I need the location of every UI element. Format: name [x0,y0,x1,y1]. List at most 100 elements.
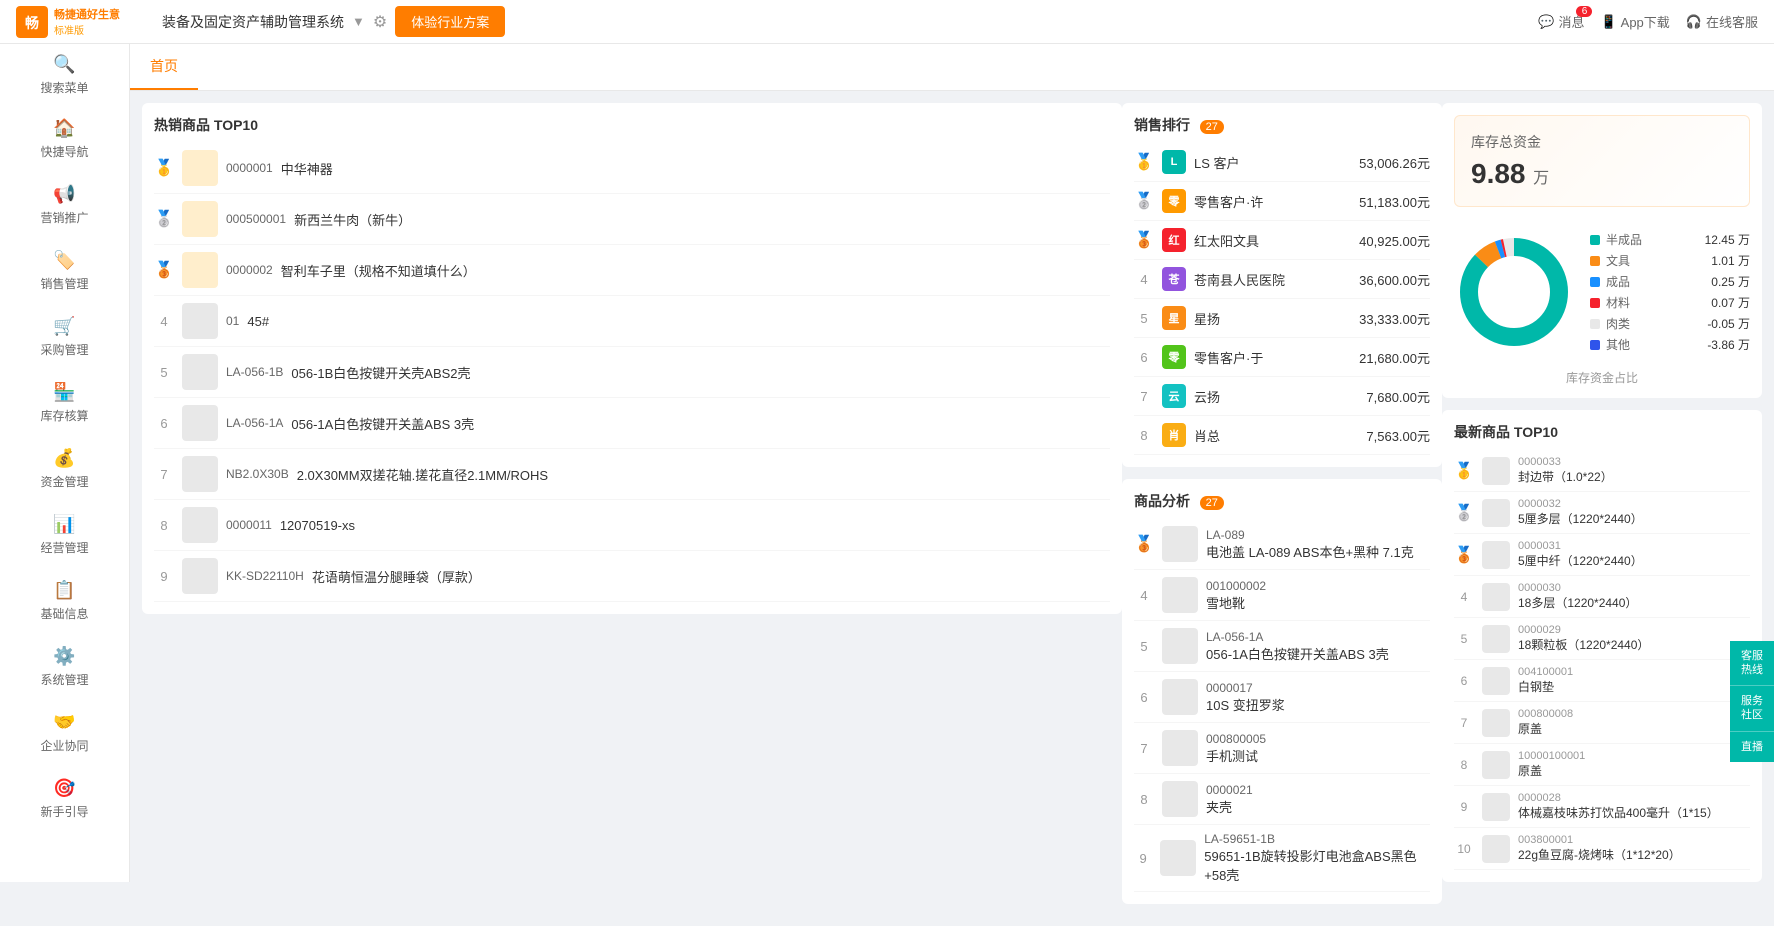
sidebar-item-basic[interactable]: 📋 基础信息 [0,568,129,634]
sidebar-item-cooperation[interactable]: 🤝 企业协同 [0,700,129,766]
hot-product-item: 8 0000011 12070519-xs [154,500,1110,551]
product-name: 10S 变扭罗浆 [1206,695,1285,714]
float-btn-direct[interactable]: 直播 [1730,732,1774,762]
legend-dot [1590,340,1600,350]
middle-product-item: 8 0000021 夹壳 [1134,774,1430,825]
sidebar-item-sales[interactable]: 🏷️ 销售管理 [0,238,129,304]
product-desc: 5厘多层（1220*2440） [1518,510,1643,527]
product-img-placeholder [182,303,218,339]
new-products-header: 最新商品 TOP10 [1454,422,1750,442]
product-img-placeholder [182,507,218,543]
legend-item: 肉类 -0.05 万 [1590,315,1750,332]
home-icon: 🏠 [53,118,75,139]
logo-text: 畅捷通好生意 标准版 [54,6,120,37]
rank-number: 🥈 [1454,503,1474,523]
dropdown-arrow[interactable]: ▼ [352,14,365,29]
rank-name: LS 客户 [1194,153,1351,172]
sidebar-item-search[interactable]: 🔍 搜索菜单 [0,44,129,106]
rank-name: 零售客户·于 [1194,348,1351,367]
rank-number: 7 [154,467,174,482]
legend-label: 其他 [1606,336,1701,353]
sales-rank-item: 6 零 零售客户·于 21,680.00元 [1134,338,1430,377]
inventory-icon: 🏪 [53,382,75,403]
legend-dot [1590,277,1600,287]
product-id: 000800008 [1518,708,1573,720]
product-img [182,201,218,237]
app-download-btn[interactable]: 📱 App下载 [1600,12,1669,31]
rank-number: 🥉 [1454,545,1474,565]
product-img [182,150,218,186]
sales-rank-item: 8 肖 肖总 7,563.00元 [1134,416,1430,455]
product-info: 0000029 18颗粒板（1220*2440） [1518,624,1649,653]
sidebar-label-cooperation: 企业协同 [40,737,88,754]
message-badge: 6 [1576,6,1592,17]
product-info: 0000030 18多层（1220*2440） [1518,582,1637,611]
rank-number: 10 [1454,842,1474,856]
sales-rank-item: 5 星 星扬 33,333.00元 [1134,299,1430,338]
product-code: LA-056-1A [1206,630,1389,644]
rank-name: 肖总 [1194,426,1358,445]
sidebar-label-guide: 新手引导 [40,803,88,820]
sidebar-item-shortcut[interactable]: 🏠 快捷导航 [0,106,129,172]
hot-product-item: 🥈 000500001 新西兰牛肉（新牛） [154,194,1110,245]
middle-product-item: 6 0000017 10S 变扭罗浆 [1134,672,1430,723]
sidebar-item-inventory[interactable]: 🏪 库存核算 [0,370,129,436]
product-thumb [1482,835,1510,863]
hot-product-item: 🥇 0000001 中华神器 [154,143,1110,194]
product-desc: 18颗粒板（1220*2440） [1518,636,1649,653]
sidebar-label-finance: 资金管理 [40,473,88,490]
product-info: 10000100001 原盖 [1518,750,1585,779]
legend-item: 半成品 12.45 万 [1590,231,1750,248]
settings-icon[interactable]: ⚙ [373,12,387,32]
product-img-placeholder [1162,679,1198,715]
product-name: 056-1A白色按键开关盖ABS 3壳 [291,414,474,433]
new-product-item: 8 10000100001 原盖 [1454,744,1750,786]
legend-dot [1590,298,1600,308]
product-name: 雪地靴 [1206,593,1266,612]
product-code: 01 [226,314,239,328]
trial-button[interactable]: 体验行业方案 [395,6,505,37]
rank-number: 🥇 [154,158,174,178]
product-thumb [1482,667,1510,695]
product-name: 2.0X30MM双搓花轴.搓花直径2.1MM/ROHS [297,465,548,484]
rank-number: 8 [1454,758,1474,772]
sidebar-item-guide[interactable]: 🎯 新手引导 [0,766,129,832]
product-name: 电池盖 LA-089 ABS本色+黑种 7.1克 [1206,542,1414,561]
product-id: 0000032 [1518,498,1643,510]
sidebar-item-finance[interactable]: 💰 资金管理 [0,436,129,502]
rank-number: 4 [1134,272,1154,287]
sales-rank-item: 4 苍 苍南县人民医院 36,600.00元 [1134,260,1430,299]
product-desc: 白钢垫 [1518,678,1573,695]
rank-number: 🥈 [154,209,174,229]
sidebar-item-operations[interactable]: 📊 经营管理 [0,502,129,568]
topbar: 畅 畅捷通好生意 标准版 装备及固定资产辅助管理系统 ▼ ⚙ 体验行业方案 💬 … [0,0,1774,44]
product-code: 0000021 [1206,783,1253,797]
float-btn-service[interactable]: 客服热线 [1730,641,1774,687]
rank-avatar: 零 [1162,189,1186,213]
sidebar-item-purchase[interactable]: 🛒 采购管理 [0,304,129,370]
middle-products-list: 🥉 LA-089 电池盖 LA-089 ABS本色+黑种 7.1克 4 0010… [1134,519,1430,892]
online-service-btn[interactable]: 🎧 在线客服 [1686,12,1758,31]
legend-value: 0.25 万 [1711,273,1750,290]
sidebar-item-system[interactable]: ⚙️ 系统管理 [0,634,129,700]
new-product-item: 6 004100001 白钢垫 [1454,660,1750,702]
tab-home[interactable]: 首页 [130,44,198,90]
legend-label: 材料 [1606,294,1705,311]
float-buttons: 客服热线 服务社区 直播 [1730,641,1774,762]
search-icon: 🔍 [53,54,75,75]
middle-product-item: 5 LA-056-1A 056-1A白色按键开关盖ABS 3壳 [1134,621,1430,672]
sidebar-item-marketing[interactable]: 📢 营销推广 [0,172,129,238]
product-name: 新西兰牛肉（新牛） [294,210,411,229]
legend-label: 半成品 [1606,231,1699,248]
new-products-card: 最新商品 TOP10 🥇 0000033 封边带（1.0*22） 🥈 00000… [1442,410,1762,882]
product-code: LA-056-1A [226,416,283,430]
product-img-placeholder [1162,781,1198,817]
rank-avatar: 星 [1162,306,1186,330]
product-code: LA-056-1B [226,365,283,379]
product-desc: 封边带（1.0*22） [1518,468,1613,485]
message-btn[interactable]: 💬 消息 6 [1538,12,1584,31]
product-img-placeholder [182,354,218,390]
product-img-placeholder [1162,526,1198,562]
product-code: 0000011 [226,518,272,532]
float-btn-community[interactable]: 服务社区 [1730,686,1774,732]
